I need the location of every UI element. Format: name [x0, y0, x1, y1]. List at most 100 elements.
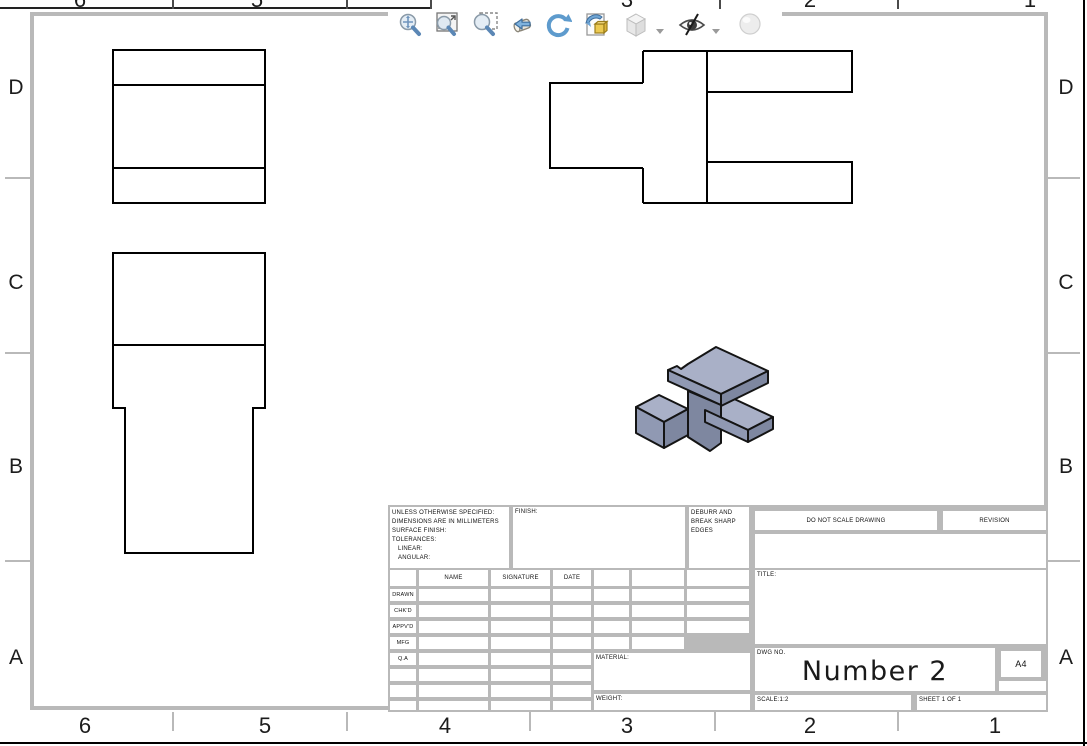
table-cell — [553, 621, 591, 633]
table-cell — [491, 621, 550, 633]
table-cell — [553, 701, 591, 710]
hide-show-items-icon[interactable] — [678, 11, 706, 39]
table-cell — [687, 589, 749, 601]
table-cell — [491, 589, 550, 601]
table-cell — [390, 701, 416, 710]
table-cell — [419, 653, 488, 665]
table-cell — [632, 589, 684, 601]
hide-show-items-caret-icon[interactable] — [712, 22, 721, 34]
table-cell — [419, 685, 488, 697]
weight-cell: WEIGHT: — [594, 694, 750, 710]
revision-cell: REVISION — [943, 511, 1046, 530]
table-cell — [594, 589, 629, 601]
tolerance-note-cell: UNLESS OTHERWISE SPECIFIED: DIMENSIONS A… — [390, 507, 509, 568]
table-cell — [419, 621, 488, 633]
table-cell — [491, 669, 550, 681]
table-cell — [553, 653, 591, 665]
edit-appearance-icon — [736, 11, 764, 39]
isometric-view[interactable] — [635, 346, 774, 452]
qa-label: Q.A — [390, 653, 416, 665]
table-cell — [419, 637, 488, 649]
deburr-line: EDGES — [691, 528, 714, 534]
table-corner-cell — [390, 570, 416, 586]
table-cell — [553, 685, 591, 697]
tolerance-line: ANGULAR: — [398, 555, 431, 561]
name-header: NAME — [419, 570, 488, 586]
tolerance-line: DIMENSIONS ARE IN MILLIMETERS — [392, 519, 499, 525]
revision-label: REVISION — [979, 517, 1010, 524]
tolerance-line: TOLERANCES: — [392, 537, 437, 543]
table-cell — [390, 685, 416, 697]
side-view[interactable] — [112, 49, 266, 204]
front-view[interactable] — [112, 252, 266, 554]
previous-view-icon[interactable] — [508, 11, 536, 39]
deburr-line: DEBURR AND — [691, 510, 733, 516]
title-block: UNLESS OTHERWISE SPECIFIED: DIMENSIONS A… — [388, 505, 1048, 712]
title-label: TITLE: — [757, 572, 777, 578]
table-cell — [390, 669, 416, 681]
table-header-cell — [687, 570, 749, 586]
zoom-to-area-icon[interactable] — [471, 11, 499, 39]
table-cell — [553, 637, 591, 649]
material-label: MATERIAL: — [596, 655, 630, 661]
table-cell — [632, 621, 684, 633]
table-cell — [491, 637, 550, 649]
appvd-label: APPV'D — [390, 621, 416, 633]
view-toolbar — [388, 9, 782, 42]
zoom-in-out-icon[interactable] — [396, 11, 424, 39]
table-cell — [491, 685, 550, 697]
display-style-caret-icon[interactable] — [656, 22, 665, 34]
zoom-to-fit-icon[interactable] — [433, 11, 461, 39]
three-d-drawing-view-icon[interactable] — [582, 11, 610, 39]
drawing-workspace: 6 5 3 2 1 6 5 4 3 2 1 D C B A D C B A — [0, 0, 1087, 746]
dwg-no-cell: DWG NO. Number 2 — [755, 648, 995, 691]
paper-size-label: A4 — [1015, 659, 1027, 669]
sheet-number-label: SHEET 1 OF 1 — [919, 697, 962, 703]
table-cell — [553, 669, 591, 681]
table-cell — [594, 605, 629, 617]
display-style-icon[interactable] — [622, 11, 650, 39]
table-header-cell — [632, 570, 684, 586]
table-cell — [491, 701, 550, 710]
signature-header: SIGNATURE — [491, 570, 550, 586]
material-cell: MATERIAL: — [594, 653, 750, 690]
do-not-scale-label: DO NOT SCALE DRAWING — [806, 517, 886, 524]
do-not-scale-cell: DO NOT SCALE DRAWING — [755, 511, 937, 530]
table-cell — [419, 589, 488, 601]
table-cell — [491, 653, 550, 665]
rotate-view-icon[interactable] — [544, 11, 573, 39]
deburr-line: BREAK SHARP — [691, 519, 736, 525]
tolerance-line: SURFACE FINISH: — [392, 528, 447, 534]
table-cell — [419, 669, 488, 681]
table-cell — [553, 589, 591, 601]
chkd-label: CHK'D — [390, 605, 416, 617]
sheet-number-cell: SHEET 1 OF 1 — [917, 695, 1046, 710]
table-cell — [419, 701, 488, 710]
revision-value-cell — [755, 534, 1046, 568]
finish-cell: FINISH: — [513, 507, 685, 568]
table-cell — [594, 621, 629, 633]
table-cell — [419, 605, 488, 617]
date-header: DATE — [553, 570, 591, 586]
table-cell — [632, 637, 684, 649]
table-cell — [632, 605, 684, 617]
dwg-no-value: Number 2 — [801, 656, 949, 687]
table-cell — [594, 637, 629, 649]
table-cell — [687, 621, 749, 633]
spare-cell — [999, 681, 1046, 691]
deburr-cell: DEBURR AND BREAK SHARP EDGES — [689, 507, 749, 568]
drawn-label: DRAWN — [390, 589, 416, 601]
table-cell — [687, 605, 749, 617]
table-cell — [553, 605, 591, 617]
tolerance-line: LINEAR: — [398, 546, 423, 552]
weight-label: WEIGHT: — [596, 696, 623, 702]
scale-label: SCALE:1:2 — [757, 697, 789, 703]
mfg-label: MFG — [390, 637, 416, 649]
scale-cell: SCALE:1:2 — [755, 695, 911, 710]
table-header-cell — [594, 570, 629, 586]
tolerance-line: UNLESS OTHERWISE SPECIFIED: — [392, 510, 495, 516]
table-cell — [491, 605, 550, 617]
top-view[interactable] — [549, 50, 853, 204]
paper-size-cell: A4 — [1001, 651, 1041, 677]
finish-label: FINISH: — [515, 509, 538, 515]
